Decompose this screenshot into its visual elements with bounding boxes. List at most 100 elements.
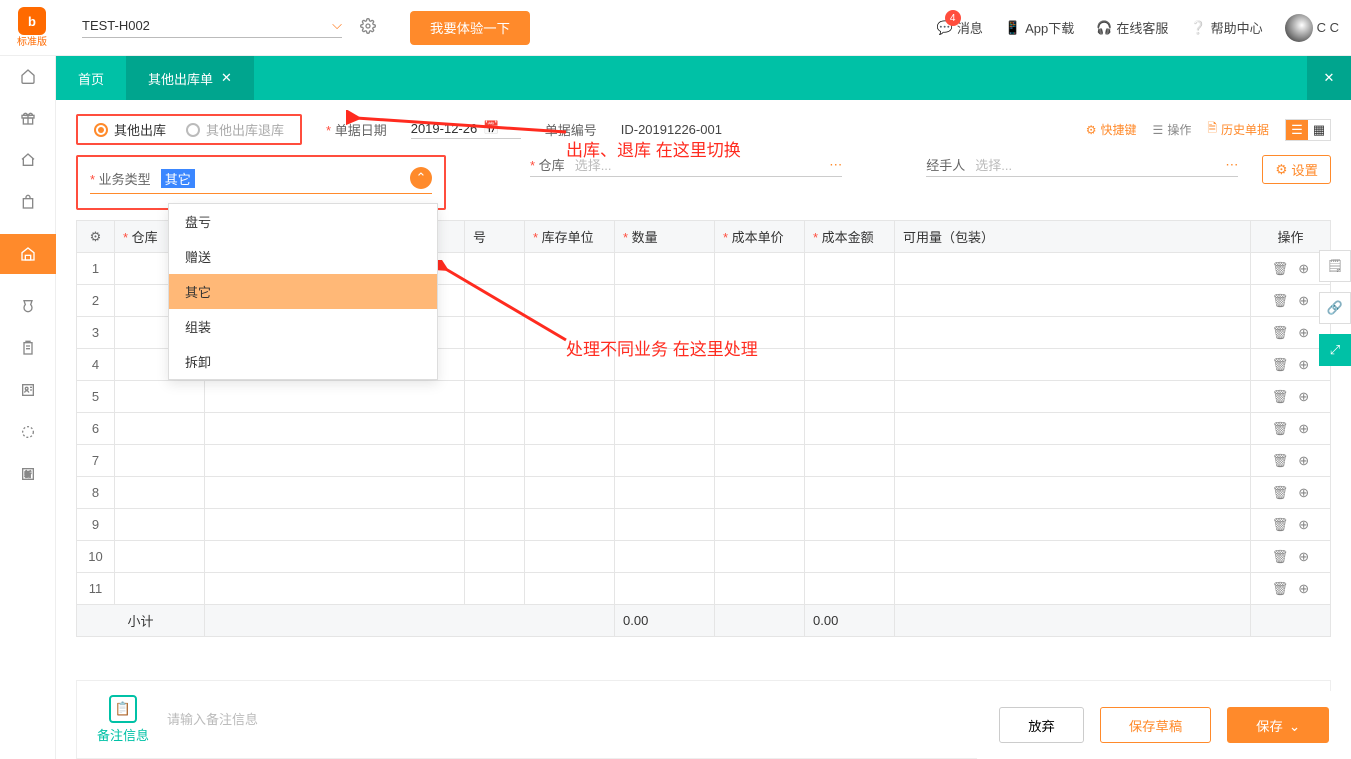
add-icon[interactable]: ⊕ [1298,549,1309,565]
nav-bag-icon[interactable] [18,192,38,212]
business-type-value: 其它 [161,169,195,188]
settings-button[interactable]: ⚙ 设置 [1262,155,1331,184]
warehouse-select[interactable]: 仓库 选择... ⋯ [530,155,842,177]
delete-icon[interactable]: 🗑 [1272,389,1289,405]
delete-icon[interactable]: 🗑 [1272,549,1289,565]
add-icon[interactable]: ⊕ [1298,325,1309,341]
notifications-button[interactable]: 💬 4 消息 [937,18,983,37]
chevron-up-icon[interactable]: ⌃ [410,167,432,189]
delete-icon[interactable]: 🗑 [1272,357,1289,373]
cta-button[interactable]: 我要体验一下 [410,11,530,45]
nav-warehouse-icon[interactable] [0,234,56,274]
org-select[interactable]: TEST-H002 ⌵ [82,17,342,38]
add-icon[interactable]: ⊕ [1298,357,1309,373]
nav-clipboard-icon[interactable] [18,338,38,358]
nav-home-icon[interactable] [18,66,38,86]
more-icon[interactable]: ⋯ [829,157,842,173]
user-menu[interactable]: C C [1285,14,1339,42]
shortcut-button[interactable]: ⚙快捷键 [1086,121,1137,138]
col-stock-unit[interactable]: 库存单位 [525,221,615,253]
option-zengsong[interactable]: 赠送 [169,239,437,274]
chevron-down-icon: ⌵ [332,17,342,33]
nav-new-icon[interactable]: 新 [18,464,38,484]
col-qty[interactable]: 数量 [615,221,715,253]
help-center-button[interactable]: ❔ 帮助中心 [1190,18,1262,37]
date-field[interactable]: 2019-12-26 📅 [411,120,521,139]
add-icon[interactable]: ⊕ [1298,581,1309,597]
history-button[interactable]: 🗎历史单据 [1207,119,1269,140]
grid-view-icon[interactable]: ▦ [1308,120,1330,140]
add-icon[interactable]: ⊕ [1298,517,1309,533]
note-icon[interactable]: 🗒 [1319,250,1351,282]
add-icon[interactable]: ⊕ [1298,421,1309,437]
nav-gift-icon[interactable] [18,108,38,128]
discard-button[interactable]: 放弃 [999,707,1084,743]
date-label: 单据日期 [326,120,387,139]
delete-icon[interactable]: 🗑 [1272,517,1289,533]
col-cost-amount[interactable]: 成本金额 [805,221,895,253]
headset-icon: 🎧 [1096,20,1112,36]
add-icon[interactable]: ⊕ [1298,261,1309,277]
nav-loop-icon[interactable] [18,422,38,442]
delete-icon[interactable]: 🗑 [1272,293,1289,309]
option-qita[interactable]: 其它 [169,274,437,309]
table-row[interactable]: 11 🗑 ⊕ [77,573,1331,605]
app-download-button[interactable]: 📱 App下载 [1005,18,1074,37]
more-icon[interactable]: ⋯ [1225,157,1238,173]
list-view-icon[interactable]: ☰ [1286,120,1308,140]
gear-icon[interactable] [360,18,376,37]
table-row[interactable]: 9 🗑 ⊕ [77,509,1331,541]
col-code[interactable]: 号 [465,221,525,253]
nav-contact-icon[interactable] [18,380,38,400]
col-gear[interactable]: ⚙ [77,221,115,253]
tab-home[interactable]: 首页 [56,56,126,100]
radio-return[interactable]: 其他出库退库 [186,120,284,139]
delete-icon[interactable]: 🗑 [1272,325,1289,341]
tab-other-outbound[interactable]: 其他出库单 ✕ [126,56,254,100]
add-icon[interactable]: ⊕ [1298,389,1309,405]
avatar [1285,14,1313,42]
delete-icon[interactable]: 🗑 [1272,421,1289,437]
option-zuzhuang[interactable]: 组装 [169,309,437,344]
table-row[interactable]: 5 🗑 ⊕ [77,381,1331,413]
save-button[interactable]: 保存⌄ [1227,707,1329,743]
doc-no-label: 单据编号 [545,120,597,139]
business-type-select[interactable]: 业务类型 其它 ⌃ [90,167,432,194]
right-strip: 🗒 🔗 ⤢ [1319,250,1351,366]
add-icon[interactable]: ⊕ [1298,293,1309,309]
table-row[interactable]: 10🗑⊕ [77,541,1331,573]
delete-icon[interactable]: 🗑 [1272,261,1289,277]
col-unit-cost[interactable]: 成本单价 [715,221,805,253]
tabbar-close-button[interactable]: ✕ [1307,56,1351,100]
tab-bar: 首页 其他出库单 ✕ ✕ [56,56,1351,100]
close-icon[interactable]: ✕ [221,70,232,86]
row-number: 9 [77,509,115,541]
option-chaixie[interactable]: 拆卸 [169,344,437,379]
operate-button[interactable]: ☰操作 [1153,121,1192,138]
add-icon[interactable]: ⊕ [1298,485,1309,501]
handler-select[interactable]: 经手人 选择... ⋯ [926,155,1238,177]
nav-house-icon[interactable] [18,150,38,170]
row-number: 5 [77,381,115,413]
help-icon: ❔ [1190,20,1206,36]
expand-icon[interactable]: ⤢ [1319,334,1351,366]
col-ops[interactable]: 操作 [1251,221,1331,253]
nav-money-icon[interactable] [18,296,38,316]
svg-text:新: 新 [24,470,31,479]
table-row[interactable]: 6🗑⊕ [77,413,1331,445]
row-number: 3 [77,317,115,349]
add-icon[interactable]: ⊕ [1298,453,1309,469]
option-pankui[interactable]: 盘亏 [169,204,437,239]
online-service-button[interactable]: 🎧 在线客服 [1096,18,1168,37]
link-icon[interactable]: 🔗 [1319,292,1351,324]
delete-icon[interactable]: 🗑 [1272,453,1289,469]
org-name: TEST-H002 [82,18,332,33]
table-row[interactable]: 7🗑⊕ [77,445,1331,477]
row-number: 11 [77,573,115,605]
table-row[interactable]: 8🗑⊕ [77,477,1331,509]
save-draft-button[interactable]: 保存草稿 [1100,707,1211,743]
delete-icon[interactable]: 🗑 [1272,581,1289,597]
delete-icon[interactable]: 🗑 [1272,485,1289,501]
radio-outbound[interactable]: 其他出库 [94,120,166,139]
col-available[interactable]: 可用量（包装） [895,221,1251,253]
